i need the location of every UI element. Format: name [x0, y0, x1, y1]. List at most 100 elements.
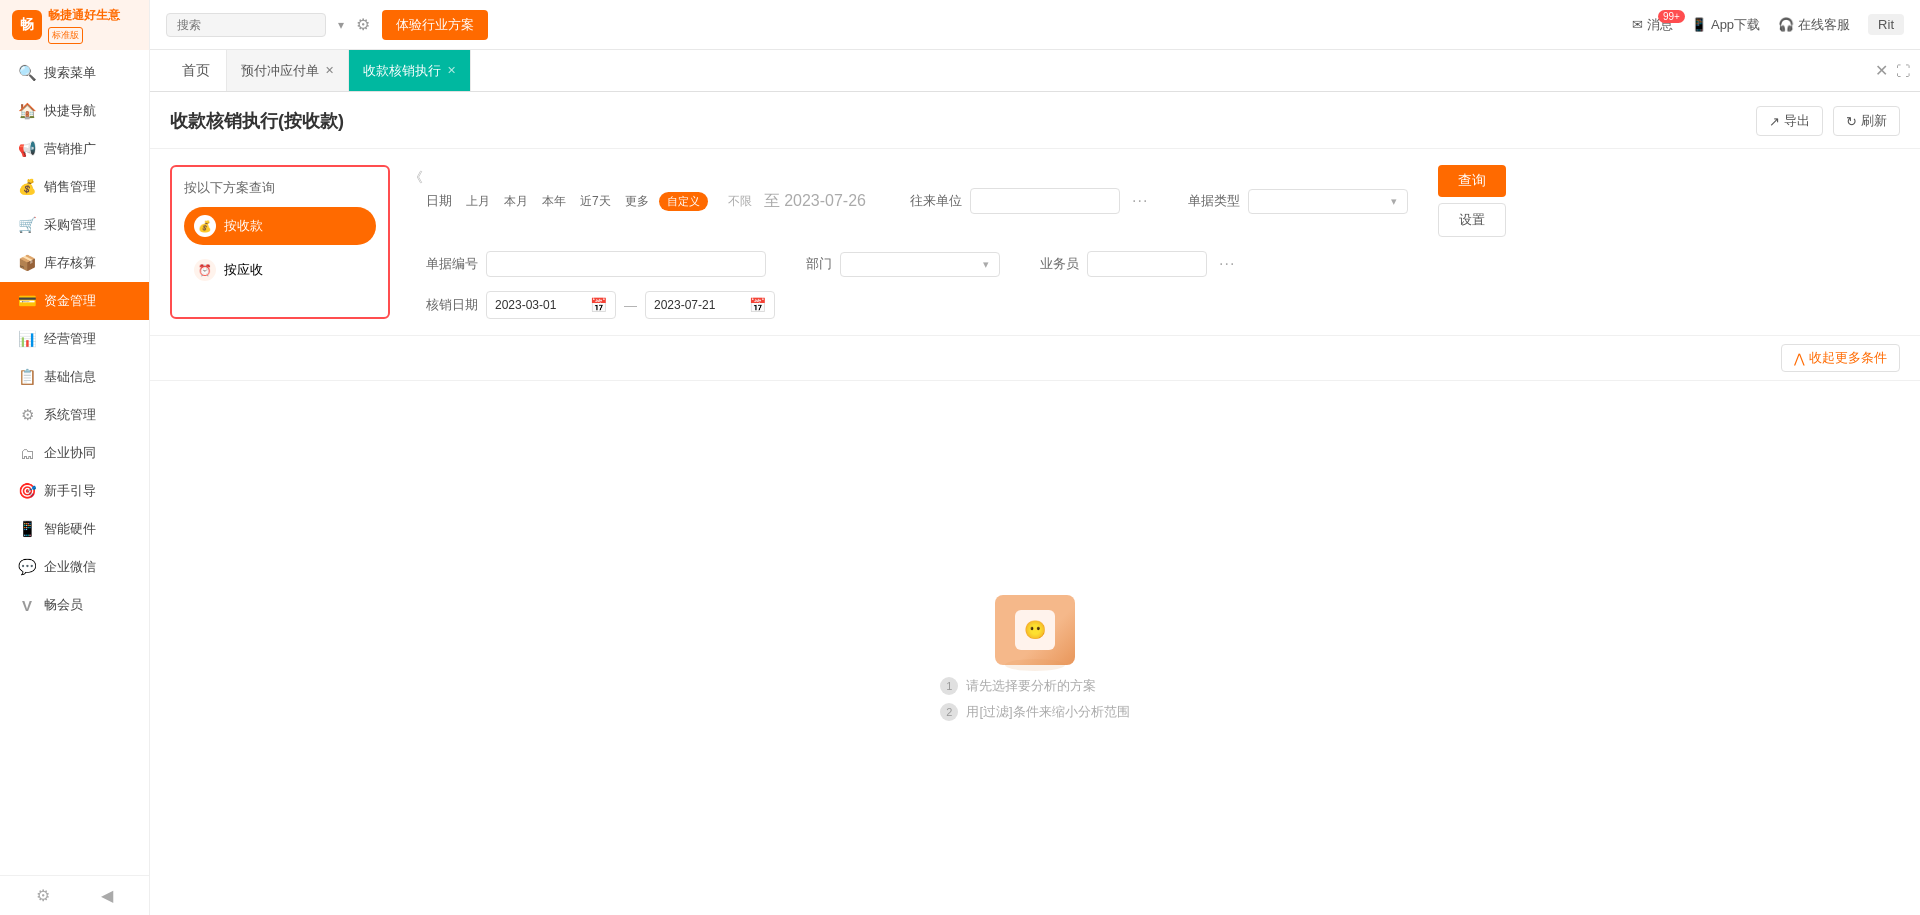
topbar: ▾ ⚙ 体验行业方案 ✉ 消息 99+ 📱 App下载 🎧 在线客服 Rit: [150, 0, 1920, 50]
tab-collection[interactable]: 收款核销执行 ✕: [349, 50, 471, 91]
filter-date-row: 上月 本月 本年 近7天 更多 自定义: [460, 191, 708, 212]
sidebar-item-wechat[interactable]: 💬 企业微信: [0, 548, 149, 586]
tabbar-close-all-button[interactable]: ✕: [1875, 61, 1888, 80]
sidebar-item-operations[interactable]: 📊 经营管理: [0, 320, 149, 358]
logo: 畅 畅捷通好生意 标准版: [0, 0, 149, 50]
date-tab-this-month[interactable]: 本月: [498, 191, 534, 212]
purchase-icon: 🛒: [18, 216, 36, 234]
calendar-start-icon[interactable]: 📅: [590, 297, 607, 313]
counterparty-dots[interactable]: ···: [1132, 192, 1148, 210]
sidebar-item-guide[interactable]: 🎯 新手引导: [0, 472, 149, 510]
date-tab-7days[interactable]: 近7天: [574, 191, 617, 212]
sidebar-item-finance[interactable]: 💳 资金管理: [0, 282, 149, 320]
bill-type-select[interactable]: ▾: [1248, 189, 1408, 214]
sidebar-item-search[interactable]: 🔍 搜索菜单: [0, 54, 149, 92]
verify-date-end-group: 2023-07-21 📅: [645, 291, 775, 319]
sidebar: 畅 畅捷通好生意 标准版 🔍 搜索菜单 🏠 快捷导航 📢 营销推广 💰 销售管理…: [0, 0, 150, 915]
sidebar-item-sales[interactable]: 💰 销售管理: [0, 168, 149, 206]
filter-section-title: 按以下方案查询: [184, 179, 376, 197]
search-icon: 🔍: [18, 64, 36, 82]
query-buttons: 查询 设置: [1438, 165, 1506, 237]
refresh-icon: ↻: [1846, 114, 1857, 129]
staff-input[interactable]: [1087, 251, 1207, 277]
sidebar-item-purchase[interactable]: 🛒 采购管理: [0, 206, 149, 244]
sidebar-collapse-button[interactable]: ◀: [101, 886, 113, 905]
hardware-icon: 📱: [18, 520, 36, 538]
dept-select[interactable]: ▾: [840, 252, 1000, 277]
bill-type-dropdown-icon: ▾: [1391, 195, 1397, 208]
filter-section: 按以下方案查询 💰 按收款 ⏰ 按应收 《 日期: [150, 149, 1920, 336]
verify-date-end-input[interactable]: 2023-07-21 📅: [645, 291, 775, 319]
basic-info-icon: 📋: [18, 368, 36, 386]
empty-state: 😶 1 请先选择要分析的方案 2 用[过滤]条件来缩小分析范围: [150, 381, 1920, 915]
tab-home[interactable]: 首页: [166, 50, 227, 91]
filter-dept-field: 部门 ▾: [806, 252, 1000, 277]
system-icon: ⚙: [18, 406, 36, 424]
verify-date-start-input[interactable]: 2023-03-01 📅: [486, 291, 616, 319]
tabbar-actions: ✕ ⛶: [1875, 61, 1920, 80]
page-title: 收款核销执行(按收款): [170, 109, 344, 133]
filter-staff-field: 业务员 ···: [1040, 251, 1235, 277]
empty-tip-1: 1 请先选择要分析的方案: [940, 677, 1129, 695]
wechat-icon: 💬: [18, 558, 36, 576]
date-tab-last-month[interactable]: 上月: [460, 191, 496, 212]
sidebar-item-enterprise[interactable]: 🗂 企业协同: [0, 434, 149, 472]
tip-num-1: 1: [940, 677, 958, 695]
date-range-separator: —: [624, 298, 637, 313]
sidebar-item-inventory[interactable]: 📦 库存核算: [0, 244, 149, 282]
page-header: 收款核销执行(按收款) ↗ 导出 ↻ 刷新: [150, 92, 1920, 149]
collapse-more-button[interactable]: ⋀ 收起更多条件: [1781, 344, 1900, 372]
sidebar-item-hardware[interactable]: 📱 智能硬件: [0, 510, 149, 548]
sidebar-item-system[interactable]: ⚙ 系统管理: [0, 396, 149, 434]
sidebar-item-member[interactable]: V 畅会员: [0, 586, 149, 624]
tip-num-2: 2: [940, 703, 958, 721]
sidebar-nav: 🔍 搜索菜单 🏠 快捷导航 📢 营销推广 💰 销售管理 🛒 采购管理 📦 库存核…: [0, 50, 149, 875]
setting-button[interactable]: 设置: [1438, 203, 1506, 237]
receipt-icon: 💰: [194, 215, 216, 237]
export-button[interactable]: ↗ 导出: [1756, 106, 1823, 136]
date-until-text: 至 2023-07-26: [764, 191, 866, 212]
topbar-chevron-icon[interactable]: ▾: [338, 18, 344, 32]
date-tab-this-year[interactable]: 本年: [536, 191, 572, 212]
topbar-gear-icon[interactable]: ⚙: [356, 15, 370, 34]
solution-button[interactable]: 体验行业方案: [382, 10, 488, 40]
topbar-message-button[interactable]: ✉ 消息 99+: [1632, 16, 1673, 34]
filter-collapse-button[interactable]: 《: [406, 165, 426, 319]
counterparty-input[interactable]: [970, 188, 1120, 214]
bill-no-input[interactable]: [486, 251, 766, 277]
tab-prepayment-close[interactable]: ✕: [325, 64, 334, 77]
filter-option-by-receipt[interactable]: 💰 按收款: [184, 207, 376, 245]
sidebar-item-marketing[interactable]: 📢 营销推广: [0, 130, 149, 168]
content-area: 收款核销执行(按收款) ↗ 导出 ↻ 刷新 按以下方案查询 💰 按收款: [150, 92, 1920, 915]
export-icon: ↗: [1769, 114, 1780, 129]
staff-dots[interactable]: ···: [1219, 255, 1235, 273]
inventory-icon: 📦: [18, 254, 36, 272]
sidebar-settings-button[interactable]: ⚙: [36, 886, 50, 905]
query-button[interactable]: 查询: [1438, 165, 1506, 197]
filter-date-info: 不限 至 2023-07-26: [728, 191, 870, 212]
empty-tips: 1 请先选择要分析的方案 2 用[过滤]条件来缩小分析范围: [940, 677, 1129, 721]
filter-verify-date-field: 核销日期 2023-03-01 📅 — 2023-07-21 📅: [426, 291, 775, 319]
filter-option-by-receivable[interactable]: ⏰ 按应收: [184, 251, 376, 289]
tabbar-expand-button[interactable]: ⛶: [1896, 63, 1910, 79]
empty-box: 😶: [995, 595, 1075, 665]
refresh-button[interactable]: ↻ 刷新: [1833, 106, 1900, 136]
calendar-end-icon[interactable]: 📅: [749, 297, 766, 313]
operations-icon: 📊: [18, 330, 36, 348]
topbar-search-input[interactable]: [166, 13, 326, 37]
date-tab-custom[interactable]: 自定义: [659, 192, 708, 211]
verify-date-start-group: 2023-03-01 📅: [486, 291, 616, 319]
tab-collection-close[interactable]: ✕: [447, 64, 456, 77]
sidebar-item-basic-info[interactable]: 📋 基础信息: [0, 358, 149, 396]
tab-prepayment[interactable]: 预付冲应付单 ✕: [227, 50, 349, 91]
tabbar: 首页 预付冲应付单 ✕ 收款核销执行 ✕ ✕ ⛶: [150, 50, 1920, 92]
date-tab-more[interactable]: 更多: [619, 191, 655, 212]
topbar-service-button[interactable]: 🎧 在线客服: [1778, 16, 1850, 34]
filter-counterparty-field: 往来单位 ···: [910, 188, 1148, 214]
topbar-app-download-button[interactable]: 📱 App下载: [1691, 16, 1760, 34]
message-icon: ✉: [1632, 17, 1643, 32]
sidebar-item-quick-nav[interactable]: 🏠 快捷导航: [0, 92, 149, 130]
topbar-user[interactable]: Rit: [1868, 14, 1904, 35]
collapse-more-section: ⋀ 收起更多条件: [150, 336, 1920, 381]
filter-left-panel: 按以下方案查询 💰 按收款 ⏰ 按应收: [170, 165, 390, 319]
